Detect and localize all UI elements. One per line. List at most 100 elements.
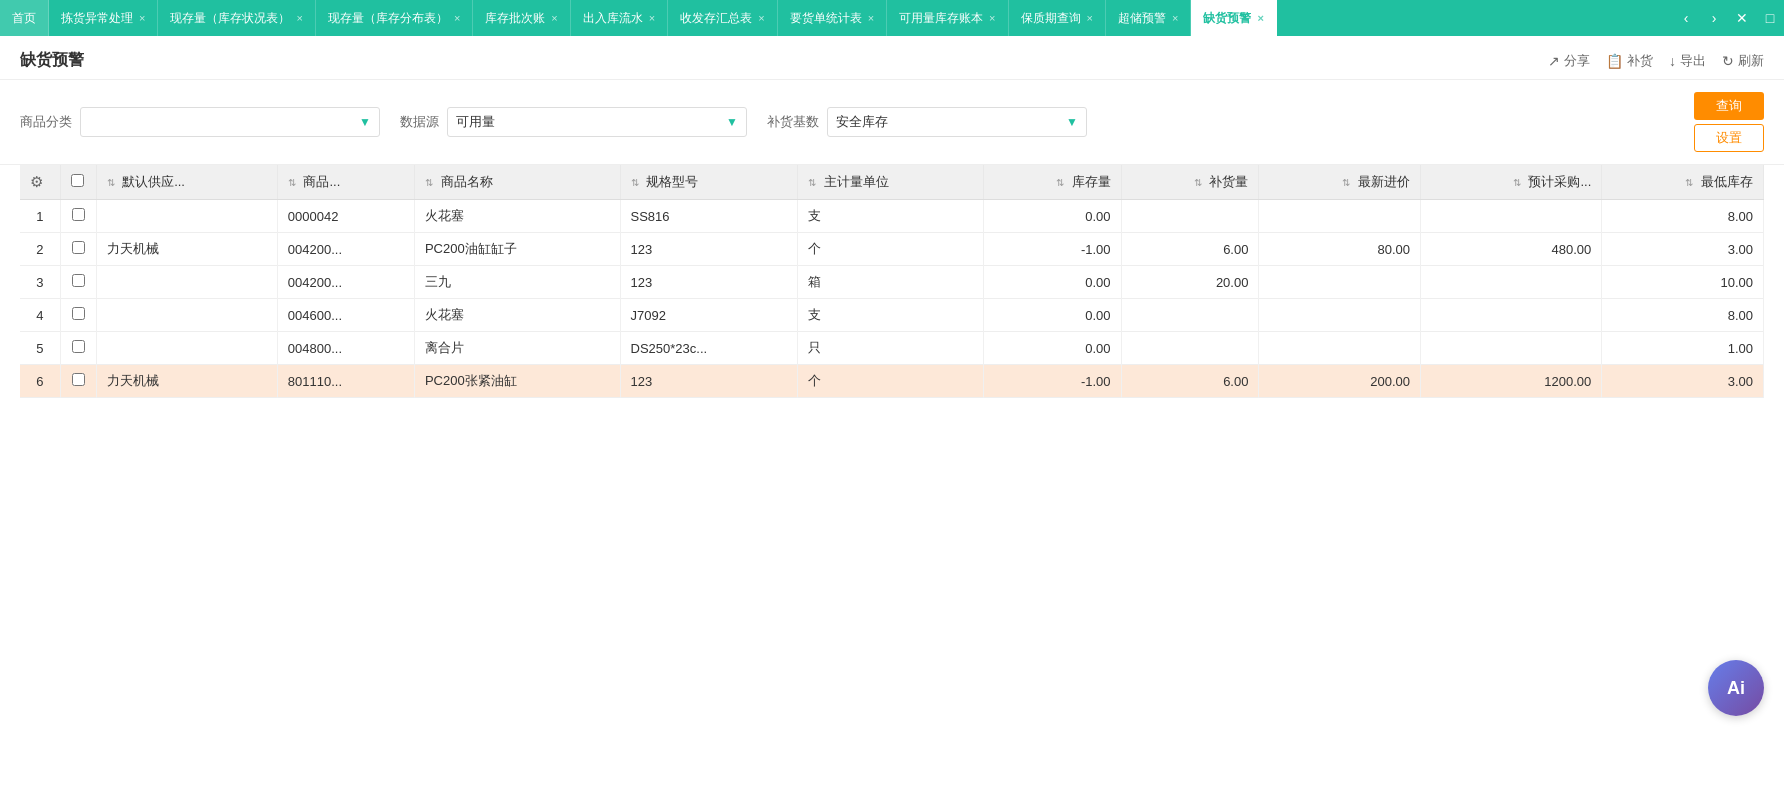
tab-available-ledger[interactable]: 可用量库存账本 × <box>887 0 1008 36</box>
table-container: ⚙ ⇅ 默认供应... ⇅ 商品... ⇅ 商品名称 <box>0 165 1784 398</box>
tab-inventory-dist[interactable]: 现存量（库存分布表） × <box>316 0 473 36</box>
row-latest-price <box>1259 299 1421 332</box>
row-unit: 支 <box>798 299 983 332</box>
row-name: 三九 <box>414 266 620 299</box>
row-supplier <box>96 266 277 299</box>
row-checkbox[interactable] <box>72 307 85 320</box>
tab-home[interactable]: 首页 <box>0 0 49 36</box>
row-name: 离合片 <box>414 332 620 365</box>
close-tab-batch-account[interactable]: × <box>551 12 557 24</box>
row-restock: 6.00 <box>1121 233 1259 266</box>
close-tab-inventory-dist[interactable]: × <box>454 12 460 24</box>
table-row: 1 0000042 火花塞 SS816 支 0.00 8.00 <box>20 200 1764 233</box>
table-row: 6 力天机械 801110... PC200张紧油缸 123 个 -1.00 6… <box>20 365 1764 398</box>
tab-abnormal[interactable]: 拣货异常处理 × <box>49 0 158 36</box>
row-restock <box>1121 200 1259 233</box>
row-checkbox[interactable] <box>72 274 85 287</box>
close-current-tab-btn[interactable]: ✕ <box>1728 0 1756 36</box>
close-tab-available-ledger[interactable]: × <box>989 12 995 24</box>
row-min-stock: 8.00 <box>1602 200 1764 233</box>
category-select[interactable]: ▼ <box>80 107 380 137</box>
supplier-sort-icon: ⇅ <box>107 177 115 188</box>
restock-base-filter-group: 补货基数 安全库存 ▼ <box>767 107 1087 137</box>
row-unit: 只 <box>798 332 983 365</box>
row-checkbox-cell[interactable] <box>60 200 96 233</box>
export-btn[interactable]: ↓ 导出 <box>1669 52 1706 70</box>
main-content: 缺货预警 ↗ 分享 📋 补货 ↓ 导出 ↻ 刷新 商品分类 <box>0 36 1784 796</box>
settings-button[interactable]: 设置 <box>1694 124 1764 152</box>
close-tab-inventory-status[interactable]: × <box>296 12 302 24</box>
restock-base-select[interactable]: 安全库存 ▼ <box>827 107 1087 137</box>
row-name: 火花塞 <box>414 299 620 332</box>
row-checkbox-cell[interactable] <box>60 299 96 332</box>
tab-shortage[interactable]: 缺货预警 × <box>1191 0 1276 36</box>
tab-inventory-status[interactable]: 现存量（库存状况表） × <box>158 0 315 36</box>
restock-icon: 📋 <box>1606 53 1623 69</box>
close-tab-overstock[interactable]: × <box>1172 12 1178 24</box>
latest-price-sort-icon: ⇅ <box>1342 177 1350 188</box>
row-checkbox-cell[interactable] <box>60 266 96 299</box>
tab-nav-buttons: ‹ › ✕ □ <box>1672 0 1784 36</box>
row-checkbox[interactable] <box>72 373 85 386</box>
tab-scroll-next[interactable]: › <box>1700 0 1728 36</box>
maximize-btn[interactable]: □ <box>1756 0 1784 36</box>
refresh-icon: ↻ <box>1722 53 1734 69</box>
row-checkbox[interactable] <box>72 340 85 353</box>
row-est-purchase <box>1421 299 1602 332</box>
unit-sort-icon: ⇅ <box>808 177 816 188</box>
close-tab-abnormal[interactable]: × <box>139 12 145 24</box>
datasource-arrow-icon: ▼ <box>726 115 738 129</box>
code-sort-icon: ⇅ <box>288 177 296 188</box>
row-min-stock: 3.00 <box>1602 365 1764 398</box>
row-checkbox-cell[interactable] <box>60 365 96 398</box>
row-checkbox[interactable] <box>72 208 85 221</box>
ai-assistant-bubble[interactable]: Ai <box>1708 660 1764 716</box>
tab-inout-flow[interactable]: 出入库流水 × <box>571 0 668 36</box>
row-spec: 123 <box>620 233 798 266</box>
tab-batch-account[interactable]: 库存批次账 × <box>473 0 570 36</box>
datasource-label: 数据源 <box>400 113 439 131</box>
datasource-filter-group: 数据源 可用量 ▼ <box>400 107 747 137</box>
row-code: 004200... <box>277 233 414 266</box>
query-button[interactable]: 查询 <box>1694 92 1764 120</box>
close-tab-receipt-summary[interactable]: × <box>758 12 764 24</box>
refresh-btn[interactable]: ↻ 刷新 <box>1722 52 1764 70</box>
restock-btn[interactable]: 📋 补货 <box>1606 52 1653 70</box>
close-tab-order-stats[interactable]: × <box>868 12 874 24</box>
tab-expiry-query[interactable]: 保质期查询 × <box>1009 0 1106 36</box>
row-supplier: 力天机械 <box>96 233 277 266</box>
gear-icon[interactable]: ⚙ <box>30 173 43 190</box>
row-stock: -1.00 <box>983 233 1121 266</box>
datasource-select[interactable]: 可用量 ▼ <box>447 107 747 137</box>
spec-sort-icon: ⇅ <box>631 177 639 188</box>
tab-order-stats[interactable]: 要货单统计表 × <box>778 0 887 36</box>
row-latest-price: 200.00 <box>1259 365 1421 398</box>
row-restock: 20.00 <box>1121 266 1259 299</box>
row-latest-price <box>1259 266 1421 299</box>
row-checkbox[interactable] <box>72 241 85 254</box>
col-latest-price: ⇅ 最新进价 <box>1259 165 1421 200</box>
row-code: 004600... <box>277 299 414 332</box>
min-stock-sort-icon: ⇅ <box>1685 177 1693 188</box>
row-checkbox-cell[interactable] <box>60 233 96 266</box>
row-checkbox-cell[interactable] <box>60 332 96 365</box>
restock-base-label: 补货基数 <box>767 113 819 131</box>
row-no: 3 <box>20 266 60 299</box>
restock-base-arrow-icon: ▼ <box>1066 115 1078 129</box>
row-stock: 0.00 <box>983 266 1121 299</box>
row-supplier: 力天机械 <box>96 365 277 398</box>
close-tab-inout-flow[interactable]: × <box>649 12 655 24</box>
row-spec: DS250*23c... <box>620 332 798 365</box>
category-label: 商品分类 <box>20 113 72 131</box>
row-name: PC200张紧油缸 <box>414 365 620 398</box>
tab-receipt-summary[interactable]: 收发存汇总表 × <box>668 0 777 36</box>
close-tab-expiry-query[interactable]: × <box>1087 12 1093 24</box>
share-btn[interactable]: ↗ 分享 <box>1548 52 1590 70</box>
close-tab-shortage[interactable]: × <box>1257 12 1263 24</box>
row-restock <box>1121 299 1259 332</box>
table-row: 2 力天机械 004200... PC200油缸缸子 123 个 -1.00 6… <box>20 233 1764 266</box>
tab-overstock[interactable]: 超储预警 × <box>1106 0 1191 36</box>
select-all-checkbox[interactable] <box>71 174 84 187</box>
tab-scroll-prev[interactable]: ‹ <box>1672 0 1700 36</box>
row-min-stock: 8.00 <box>1602 299 1764 332</box>
